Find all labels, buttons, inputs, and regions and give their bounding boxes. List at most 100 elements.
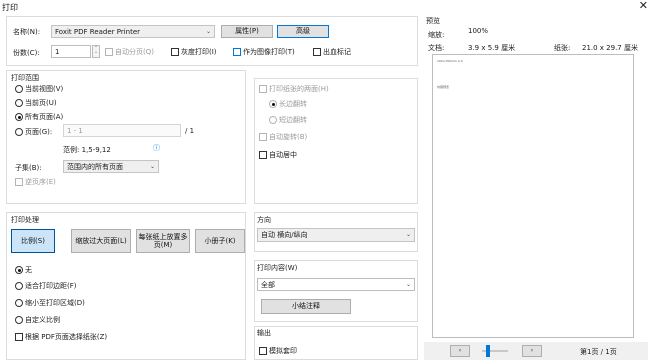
copies-input[interactable]: 1 (51, 45, 91, 58)
choose-paper-label: 根据 PDF页面选择纸张(Z) (25, 333, 108, 341)
chevron-down-icon: ⌄ (405, 231, 411, 238)
collate-label: 自动分页(Q) (115, 48, 154, 56)
paper-size: 21.0 x 29.7 厘米 (582, 44, 638, 52)
print-handling-section: 打印处理 比例(S) 缩放过大页面(L) 每张纸上放置多页(M) 小册子(K) … (6, 212, 246, 360)
print-range-section: 打印范围 当前视图(V) 当前页(U) 所有页面(A) 页面(G): 1 - 1… (6, 70, 246, 204)
copies-stepper[interactable]: ˄ ˅ (92, 45, 100, 58)
subset-label: 子集(B): (15, 164, 42, 172)
booklet-button[interactable]: 小册子(K) (195, 229, 245, 253)
orientation-select[interactable]: 自动 横向/纵向 ⌄ (257, 228, 415, 242)
print-content-value: 全部 (261, 281, 275, 289)
subset-select[interactable]: 范围内的所有页面 ⌄ (63, 160, 159, 173)
copies-value: 1 (55, 48, 60, 56)
reverse-pages-checkbox[interactable]: 逆页序(E) (15, 177, 56, 187)
title-bar: 打印 ✕ (0, 0, 654, 14)
multiple-pages-button[interactable]: 每张纸上放置多页(M) (136, 229, 190, 253)
radio-current-page[interactable]: 当前页(U) (15, 98, 57, 108)
summarize-comments-button[interactable]: 小结注释 (261, 299, 351, 314)
bleed-marks-checkbox[interactable]: 出血标记 (313, 47, 351, 57)
page-indicator: 第1页 / 1页 (580, 348, 617, 356)
checkbox-box[interactable] (233, 48, 241, 56)
chevron-down-icon: ⌄ (149, 163, 155, 170)
radio-circle[interactable] (15, 85, 23, 93)
next-page-button[interactable]: › (522, 345, 542, 357)
shrink-oversized-button[interactable]: 缩放过大页面(L) (71, 229, 131, 253)
long-edge-label: 长边翻转 (279, 100, 307, 108)
radio-custom-scale[interactable]: 自定义比例 (15, 315, 60, 325)
custom-scale-label: 自定义比例 (25, 316, 60, 324)
auto-rotate-checkbox[interactable]: 自动旋转(B) (259, 132, 307, 142)
bleed-marks-label: 出血标记 (323, 48, 351, 56)
radio-circle[interactable] (15, 266, 23, 274)
duplex-label: 打印纸张的两面(H) (269, 85, 329, 93)
checkbox-box[interactable] (15, 333, 23, 341)
orientation-value: 自动 横向/纵向 (261, 231, 308, 239)
pages-input[interactable]: 1 - 1 (63, 124, 181, 137)
duplex-checkbox[interactable]: 打印纸张的两面(H) (259, 84, 329, 94)
fit-margins-label: 适合打印边距(F) (25, 282, 77, 290)
print-range-title: 打印范围 (11, 74, 39, 82)
zoom-value: 100% (468, 27, 489, 35)
printer-select-value: Foxit PDF Reader Printer (55, 28, 141, 36)
radio-circle[interactable] (269, 100, 277, 108)
document-size: 3.9 x 5.9 厘米 (468, 44, 516, 52)
radio-circle[interactable] (15, 282, 23, 290)
radio-fit-margins[interactable]: 适合打印边距(F) (15, 281, 77, 291)
preview-section: 预览 缩放: 100% 文档: 3.9 x 5.9 厘米 纸张: 21.0 x … (424, 14, 648, 360)
scale-none-label: 无 (25, 266, 32, 274)
zoom-label: 缩放: (428, 31, 445, 39)
info-icon[interactable]: ⓘ (153, 143, 160, 153)
radio-circle[interactable] (15, 299, 23, 307)
shrink-area-label: 缩小至打印区域(D) (25, 299, 85, 307)
radio-current-view[interactable]: 当前视图(V) (15, 84, 63, 94)
close-icon[interactable]: ✕ (639, 0, 648, 12)
checkbox-box[interactable] (259, 347, 267, 355)
radio-scale-none[interactable]: 无 (15, 265, 32, 275)
printer-select[interactable]: Foxit PDF Reader Printer ⌄ (51, 25, 215, 38)
checkbox-box[interactable] (105, 48, 113, 56)
checkbox-box[interactable] (259, 133, 267, 141)
subset-value: 范围内的所有页面 (67, 163, 123, 171)
scale-button[interactable]: 比例(S) (11, 229, 55, 253)
radio-long-edge[interactable]: 长边翻转 (269, 99, 307, 109)
radio-circle[interactable] (15, 128, 23, 136)
checkbox-box[interactable] (259, 151, 267, 159)
radio-circle[interactable] (269, 116, 277, 124)
radio-circle[interactable] (15, 316, 23, 324)
radio-shrink-area[interactable]: 缩小至打印区域(D) (15, 298, 85, 308)
radio-pages[interactable]: 页面(G): (15, 127, 52, 137)
chevron-down-icon: ⌄ (405, 281, 411, 288)
properties-button[interactable]: 属性(P) (221, 25, 273, 38)
grayscale-checkbox[interactable]: 灰度打印(I) (171, 47, 217, 57)
preview-nav-bar: ‹ › 第1页 / 1页 (424, 342, 648, 360)
auto-rotate-label: 自动旋转(B) (269, 133, 308, 141)
page-slider[interactable] (482, 345, 508, 357)
advanced-button[interactable]: 高级 (277, 25, 329, 38)
collate-checkbox[interactable]: 自动分页(Q) (105, 47, 154, 57)
radio-all-pages[interactable]: 所有页面(A) (15, 112, 63, 122)
stepper-down-icon[interactable]: ˅ (93, 52, 99, 58)
simulate-overprint-checkbox[interactable]: 模拟套印 (259, 346, 297, 356)
paper-label: 纸张: (554, 44, 571, 52)
chevron-down-icon: ⌄ (205, 28, 211, 35)
radio-circle[interactable] (15, 99, 23, 107)
choose-paper-checkbox[interactable]: 根据 PDF页面选择纸张(Z) (15, 332, 107, 342)
preview-page: 100×150mm A.II 内容预览 (432, 54, 634, 338)
preview-title: 预览 (426, 17, 440, 25)
checkbox-box[interactable] (15, 178, 23, 186)
pages-total: / 1 (185, 127, 195, 135)
checkbox-box[interactable] (171, 48, 179, 56)
document-label: 文档: (428, 44, 445, 52)
radio-circle[interactable] (15, 113, 23, 121)
print-content-select[interactable]: 全部 ⌄ (257, 278, 415, 291)
page-slider-thumb[interactable] (485, 345, 490, 357)
checkbox-box[interactable] (259, 85, 267, 93)
auto-center-checkbox[interactable]: 自动居中 (259, 150, 297, 160)
previous-page-button[interactable]: ‹ (450, 345, 470, 357)
checkbox-box[interactable] (313, 48, 321, 56)
print-as-image-label: 作为图像打印(T) (243, 48, 295, 56)
preview-page-text: 内容预览 (437, 85, 450, 89)
radio-short-edge[interactable]: 短边翻转 (269, 115, 307, 125)
print-content-section: 打印内容(W) 全部 ⌄ 小结注释 (254, 260, 418, 322)
print-as-image-checkbox[interactable]: 作为图像打印(T) (233, 47, 295, 57)
